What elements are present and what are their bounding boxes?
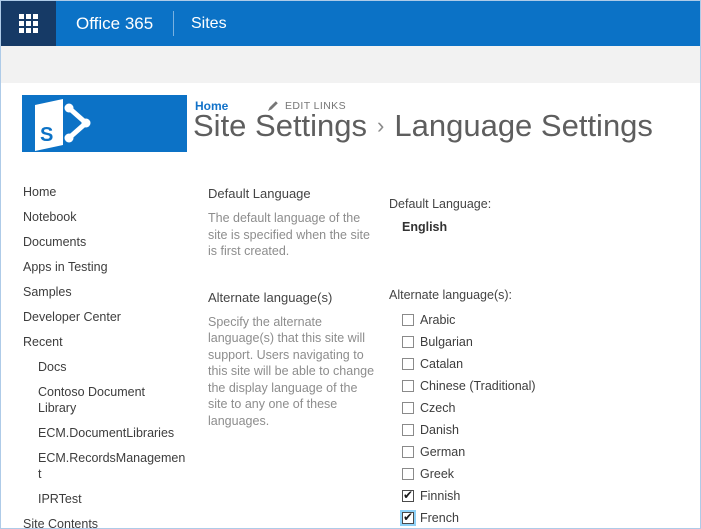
alternate-language-section-title: Alternate language(s) bbox=[208, 289, 333, 305]
language-checkbox-label[interactable]: Finnish bbox=[420, 489, 460, 503]
language-checkbox-row[interactable]: German bbox=[402, 441, 649, 463]
page-title-current: Language Settings bbox=[394, 108, 653, 143]
language-checkbox-label[interactable]: Chinese (Traditional) bbox=[420, 379, 536, 393]
language-checkbox-label[interactable]: Bulgarian bbox=[420, 335, 473, 349]
ribbon-band bbox=[1, 46, 700, 83]
sidebar-nav: Home Notebook Documents Apps in Testing … bbox=[23, 184, 188, 528]
language-checkbox-label[interactable]: Arabic bbox=[420, 313, 455, 327]
sidebar-item[interactable]: ECM.RecordsManagement bbox=[38, 450, 186, 482]
office365-suite-bar: Office 365 Sites bbox=[1, 1, 700, 46]
alternate-language-label: Alternate language(s): bbox=[389, 288, 512, 302]
alternate-language-section-description: Specify the alternate language(s) that t… bbox=[208, 314, 375, 428]
language-checkbox-row[interactable]: Chinese (Traditional) bbox=[402, 375, 649, 397]
language-checkbox-row[interactable]: French bbox=[400, 507, 649, 528]
sidebar-item[interactable]: ECM.DocumentLibraries bbox=[38, 425, 186, 441]
language-checkbox-label[interactable]: French bbox=[420, 511, 459, 525]
language-checkbox-list: Arabic Bulgarian Catalan Chinese (Tradit… bbox=[389, 309, 649, 528]
waffle-icon bbox=[19, 14, 38, 33]
language-checkbox-label[interactable]: Greek bbox=[420, 467, 454, 481]
sidebar-item[interactable]: Docs bbox=[38, 359, 186, 375]
default-language-section-description: The default language of the site is spec… bbox=[208, 211, 370, 258]
suite-bar-divider bbox=[173, 11, 174, 36]
sidebar-item[interactable]: Documents bbox=[23, 234, 183, 250]
sidebar-item[interactable]: Contoso Document Library bbox=[38, 384, 186, 416]
language-checkbox[interactable] bbox=[402, 336, 414, 348]
sharepoint-site-logo[interactable]: S bbox=[22, 95, 187, 152]
settings-description-column: Default Language The default language of… bbox=[208, 186, 376, 459]
language-checkbox-row[interactable]: Greek bbox=[402, 463, 649, 485]
language-checkbox-label[interactable]: Danish bbox=[420, 423, 459, 437]
sharepoint-language-settings-page: Office 365 Sites S Home EDIT LINKS Site … bbox=[0, 0, 701, 529]
svg-text:S: S bbox=[40, 124, 53, 146]
default-language-label: Default Language: bbox=[389, 197, 492, 211]
language-checkbox-label[interactable]: Catalan bbox=[420, 357, 463, 371]
language-checkbox-label[interactable]: German bbox=[420, 445, 465, 459]
page-title-parent: Site Settings bbox=[193, 108, 368, 143]
sidebar-item[interactable]: Notebook bbox=[23, 209, 183, 225]
sidebar-item[interactable]: Site Contents bbox=[23, 516, 183, 528]
sidebar-item[interactable]: Recent bbox=[23, 334, 183, 350]
app-launcher-button[interactable] bbox=[1, 1, 56, 46]
default-language-section-title: Default Language bbox=[208, 186, 311, 201]
sidebar-item[interactable]: IPRTest bbox=[38, 491, 186, 507]
sidebar-item[interactable]: Developer Center bbox=[23, 309, 183, 325]
alternate-language-section: Alternate language(s) Specify the altern… bbox=[208, 290, 376, 430]
breadcrumb-chevron-icon: › bbox=[377, 113, 385, 138]
default-language-section: Default Language The default language of… bbox=[208, 186, 376, 260]
language-checkbox-label[interactable]: Czech bbox=[420, 401, 455, 415]
alternate-language-field: Alternate language(s): Arabic Bulgarian … bbox=[389, 288, 649, 528]
default-language-field: Default Language: English bbox=[389, 197, 639, 234]
language-checkbox[interactable] bbox=[402, 488, 414, 502]
sidebar-item[interactable]: Apps in Testing bbox=[23, 259, 183, 275]
language-checkbox-row[interactable]: Arabic bbox=[402, 309, 649, 331]
language-checkbox[interactable] bbox=[402, 446, 414, 458]
language-checkbox-row[interactable]: Danish bbox=[402, 419, 649, 441]
language-checkbox[interactable] bbox=[402, 314, 414, 326]
language-checkbox[interactable] bbox=[402, 380, 414, 392]
office365-brand-label: Office 365 bbox=[76, 14, 154, 33]
language-checkbox[interactable] bbox=[402, 468, 414, 480]
page-title: Site Settings › Language Settings bbox=[193, 108, 693, 144]
language-checkbox[interactable] bbox=[400, 510, 416, 526]
sidebar-item[interactable]: Home bbox=[23, 184, 183, 200]
language-checkbox[interactable] bbox=[402, 402, 414, 414]
default-language-value: English bbox=[402, 220, 448, 234]
language-checkbox[interactable] bbox=[402, 358, 414, 370]
language-checkbox-row[interactable]: Czech bbox=[402, 397, 649, 419]
sites-nav-link[interactable]: Sites bbox=[191, 1, 227, 46]
sidebar-item[interactable]: Samples bbox=[23, 284, 183, 300]
language-checkbox-row[interactable]: Catalan bbox=[402, 353, 649, 375]
sharepoint-logo-icon: S bbox=[35, 99, 91, 151]
language-checkbox[interactable] bbox=[402, 424, 414, 436]
language-checkbox-row[interactable]: Finnish bbox=[402, 485, 649, 507]
language-checkbox-row[interactable]: Bulgarian bbox=[402, 331, 649, 353]
